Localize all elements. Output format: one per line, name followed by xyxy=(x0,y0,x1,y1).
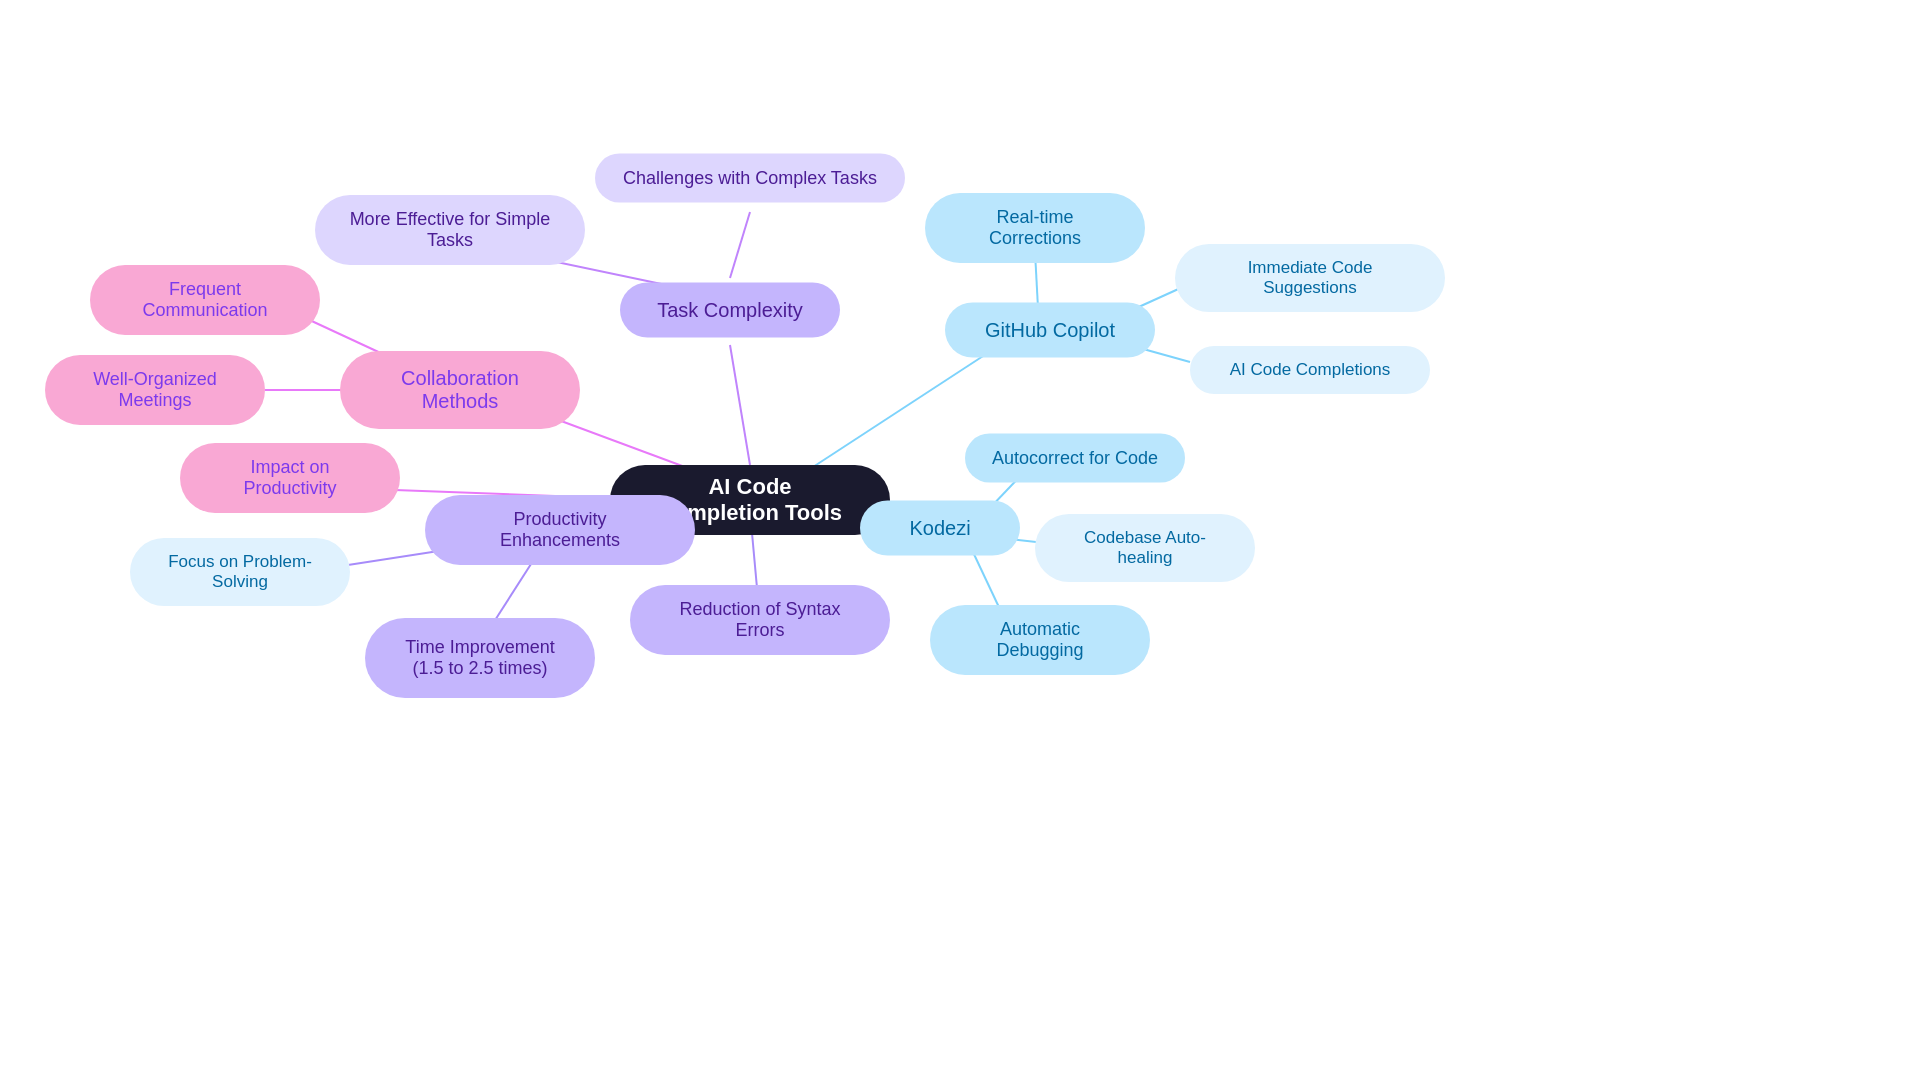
github-copilot-node: GitHub Copilot xyxy=(945,303,1155,358)
reduction-syntax-errors-node: Reduction of Syntax Errors xyxy=(630,585,890,655)
collaboration-methods-node: Collaboration Methods xyxy=(340,351,580,429)
ai-code-completions-label: AI Code Completions xyxy=(1230,360,1391,380)
realtime-corrections-node: Real-time Corrections xyxy=(925,193,1145,263)
codebase-autohealing-node: Codebase Auto-healing xyxy=(1035,514,1255,582)
collaboration-methods-label: Collaboration Methods xyxy=(372,367,548,413)
frequent-communication-label: Frequent Communication xyxy=(116,279,294,321)
automatic-debugging-label: Automatic Debugging xyxy=(956,619,1124,661)
svg-line-1 xyxy=(730,212,750,278)
focus-problem-solving-node: Focus on Problem-Solving xyxy=(130,538,350,606)
more-effective-node: More Effective for Simple Tasks xyxy=(315,195,585,265)
frequent-communication-node: Frequent Communication xyxy=(90,265,320,335)
svg-line-10 xyxy=(752,533,757,588)
more-effective-label: More Effective for Simple Tasks xyxy=(341,209,559,251)
autocorrect-code-node: Autocorrect for Code xyxy=(965,434,1185,483)
immediate-code-suggestions-node: Immediate Code Suggestions xyxy=(1175,244,1445,312)
challenges-complex-tasks-node: Challenges with Complex Tasks xyxy=(595,154,905,203)
impact-productivity-node: Impact on Productivity xyxy=(180,443,400,513)
reduction-syntax-errors-label: Reduction of Syntax Errors xyxy=(656,599,864,641)
task-complexity-label: Task Complexity xyxy=(657,299,803,322)
productivity-enhancements-node: Productivity Enhancements xyxy=(425,495,695,565)
immediate-code-suggestions-label: Immediate Code Suggestions xyxy=(1201,258,1419,298)
kodezi-label: Kodezi xyxy=(909,517,970,540)
time-improvement-label: Time Improvement (1.5 to 2.5 times) xyxy=(391,637,569,679)
github-copilot-label: GitHub Copilot xyxy=(985,319,1115,342)
autocorrect-code-label: Autocorrect for Code xyxy=(992,448,1158,469)
realtime-corrections-label: Real-time Corrections xyxy=(951,207,1119,249)
ai-code-completions-node: AI Code Completions xyxy=(1190,346,1430,394)
codebase-autohealing-label: Codebase Auto-healing xyxy=(1061,528,1229,568)
well-organized-meetings-node: Well-Organized Meetings xyxy=(45,355,265,425)
time-improvement-node: Time Improvement (1.5 to 2.5 times) xyxy=(365,618,595,698)
challenges-complex-tasks-label: Challenges with Complex Tasks xyxy=(623,168,877,189)
task-complexity-node: Task Complexity xyxy=(620,283,840,338)
kodezi-node: Kodezi xyxy=(860,501,1020,556)
svg-line-0 xyxy=(730,345,750,465)
productivity-enhancements-label: Productivity Enhancements xyxy=(451,509,669,551)
focus-problem-solving-label: Focus on Problem-Solving xyxy=(156,552,324,592)
impact-productivity-label: Impact on Productivity xyxy=(206,457,374,499)
well-organized-meetings-label: Well-Organized Meetings xyxy=(71,369,239,411)
automatic-debugging-node: Automatic Debugging xyxy=(930,605,1150,675)
